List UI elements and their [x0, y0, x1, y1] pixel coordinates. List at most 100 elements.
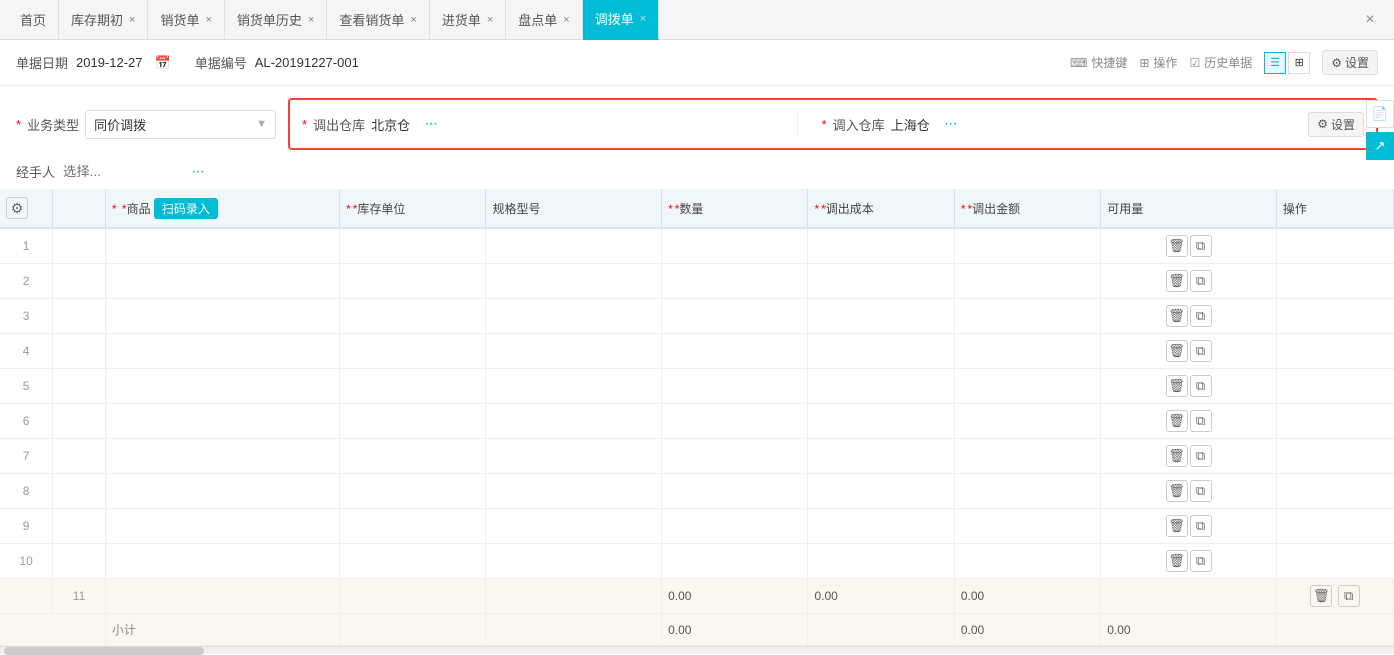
cell-cost[interactable]: [662, 264, 808, 299]
cell-product[interactable]: [53, 299, 106, 334]
out-warehouse-value[interactable]: 北京仓: [371, 115, 410, 134]
copy-row-icon[interactable]: ⧉: [1190, 305, 1212, 327]
cell-cost[interactable]: [662, 228, 808, 264]
cell-product[interactable]: [53, 264, 106, 299]
cell-spec[interactable]: [340, 439, 486, 474]
tab-close-stocktake[interactable]: ×: [563, 14, 569, 26]
list-layout-icon[interactable]: ☰: [1264, 52, 1286, 74]
cell-spec[interactable]: [340, 264, 486, 299]
cell-qty[interactable]: [486, 439, 662, 474]
shortcuts-action[interactable]: ⌨ 快捷键: [1070, 54, 1127, 71]
cell-unit[interactable]: [105, 439, 339, 474]
copy-row-icon[interactable]: ⧉: [1190, 550, 1212, 572]
tab-sales-history[interactable]: 销货单历史 ×: [225, 0, 327, 40]
delete-row-icon[interactable]: 🗑: [1166, 410, 1188, 432]
cell-spec[interactable]: [340, 334, 486, 369]
copy-row-icon[interactable]: ⧉: [1190, 410, 1212, 432]
operations-action[interactable]: ⊞ 操作: [1139, 54, 1177, 71]
tab-purchase-order[interactable]: 进货单 ×: [430, 0, 506, 40]
calendar-icon[interactable]: 📅: [155, 55, 171, 71]
cell-cost[interactable]: [662, 299, 808, 334]
cell-qty[interactable]: [486, 264, 662, 299]
cell-qty[interactable]: [486, 334, 662, 369]
delete-row-icon[interactable]: 🗑: [1166, 550, 1188, 572]
cell-unit[interactable]: [105, 509, 339, 544]
cell-amount[interactable]: [808, 544, 954, 579]
copy-row-icon[interactable]: ⧉: [1190, 340, 1212, 362]
copy-row-icon[interactable]: ⧉: [1190, 375, 1212, 397]
cell-qty[interactable]: [486, 474, 662, 509]
grid-layout-icon[interactable]: ⊞: [1288, 52, 1310, 74]
subtotal-copy-icon[interactable]: ⧉: [1338, 585, 1360, 607]
date-value[interactable]: 2019-12-27: [76, 55, 143, 70]
cell-spec[interactable]: [340, 228, 486, 264]
tab-close-sales-order[interactable]: ×: [205, 14, 211, 26]
settings-button[interactable]: ⚙ 设置: [1322, 50, 1378, 75]
tab-close-transfer[interactable]: ×: [640, 13, 646, 25]
cell-spec[interactable]: [340, 404, 486, 439]
delete-row-icon[interactable]: 🗑: [1166, 340, 1188, 362]
delete-row-icon[interactable]: 🗑: [1166, 235, 1188, 257]
copy-row-icon[interactable]: ⧉: [1190, 270, 1212, 292]
delete-row-icon[interactable]: 🗑: [1166, 270, 1188, 292]
cell-spec[interactable]: [340, 509, 486, 544]
delete-row-icon[interactable]: 🗑: [1166, 375, 1188, 397]
out-warehouse-more-icon[interactable]: ···: [424, 115, 437, 133]
tab-inventory-init[interactable]: 库存期初 ×: [59, 0, 148, 40]
cell-amount[interactable]: [808, 228, 954, 264]
cell-unit[interactable]: [105, 369, 339, 404]
cell-unit[interactable]: [105, 228, 339, 264]
right-panel-export-button[interactable]: ↗: [1366, 132, 1394, 160]
delete-row-icon[interactable]: 🗑: [1166, 515, 1188, 537]
tab-sales-order[interactable]: 销货单 ×: [148, 0, 224, 40]
tab-transfer[interactable]: 调拨单 ×: [583, 0, 659, 40]
tab-close-purchase-order[interactable]: ×: [487, 14, 493, 26]
warehouse-settings-button[interactable]: ⚙ 设置: [1308, 112, 1364, 137]
cell-product[interactable]: [53, 439, 106, 474]
cell-unit[interactable]: [105, 299, 339, 334]
cell-amount[interactable]: [808, 439, 954, 474]
cell-spec[interactable]: [340, 369, 486, 404]
scrollbar-thumb[interactable]: [4, 647, 204, 655]
subtotal-delete-icon[interactable]: 🗑: [1310, 585, 1332, 607]
cell-unit[interactable]: [105, 334, 339, 369]
cell-product[interactable]: [53, 509, 106, 544]
cell-cost[interactable]: [662, 369, 808, 404]
person-select-input[interactable]: [63, 164, 183, 179]
tab-close-inventory-init[interactable]: ×: [129, 14, 135, 26]
gear-settings-icon[interactable]: ⚙: [6, 197, 28, 219]
history-action[interactable]: ☑ 历史单据: [1189, 54, 1252, 71]
tab-close-view-sales[interactable]: ×: [410, 14, 416, 26]
cell-cost[interactable]: [662, 334, 808, 369]
cell-amount[interactable]: [808, 264, 954, 299]
copy-row-icon[interactable]: ⧉: [1190, 515, 1212, 537]
cell-unit[interactable]: [105, 404, 339, 439]
cell-spec[interactable]: [340, 544, 486, 579]
cell-cost[interactable]: [662, 509, 808, 544]
cell-product[interactable]: [53, 369, 106, 404]
in-warehouse-value[interactable]: 上海仓: [891, 115, 930, 134]
copy-row-icon[interactable]: ⧉: [1190, 480, 1212, 502]
cell-unit[interactable]: [105, 544, 339, 579]
cell-qty[interactable]: [486, 404, 662, 439]
tab-view-sales[interactable]: 查看销货单 ×: [327, 0, 429, 40]
cell-amount[interactable]: [808, 299, 954, 334]
delete-row-icon[interactable]: 🗑: [1166, 480, 1188, 502]
cell-unit[interactable]: [105, 264, 339, 299]
cell-qty[interactable]: [486, 228, 662, 264]
cell-unit[interactable]: [105, 474, 339, 509]
cell-cost[interactable]: [662, 474, 808, 509]
cell-qty[interactable]: [486, 369, 662, 404]
business-type-select[interactable]: 同价调拨 ▼: [85, 110, 276, 139]
cell-product[interactable]: [53, 334, 106, 369]
copy-row-icon[interactable]: ⧉: [1190, 445, 1212, 467]
delete-row-icon[interactable]: 🗑: [1166, 445, 1188, 467]
person-more-icon[interactable]: ···: [191, 163, 204, 181]
horizontal-scrollbar[interactable]: [0, 646, 1394, 654]
close-window-button[interactable]: ×: [1354, 4, 1386, 36]
cell-cost[interactable]: [662, 544, 808, 579]
cell-spec[interactable]: [340, 474, 486, 509]
copy-row-icon[interactable]: ⧉: [1190, 235, 1212, 257]
delete-row-icon[interactable]: 🗑: [1166, 305, 1188, 327]
in-warehouse-more-icon[interactable]: ···: [944, 115, 957, 133]
